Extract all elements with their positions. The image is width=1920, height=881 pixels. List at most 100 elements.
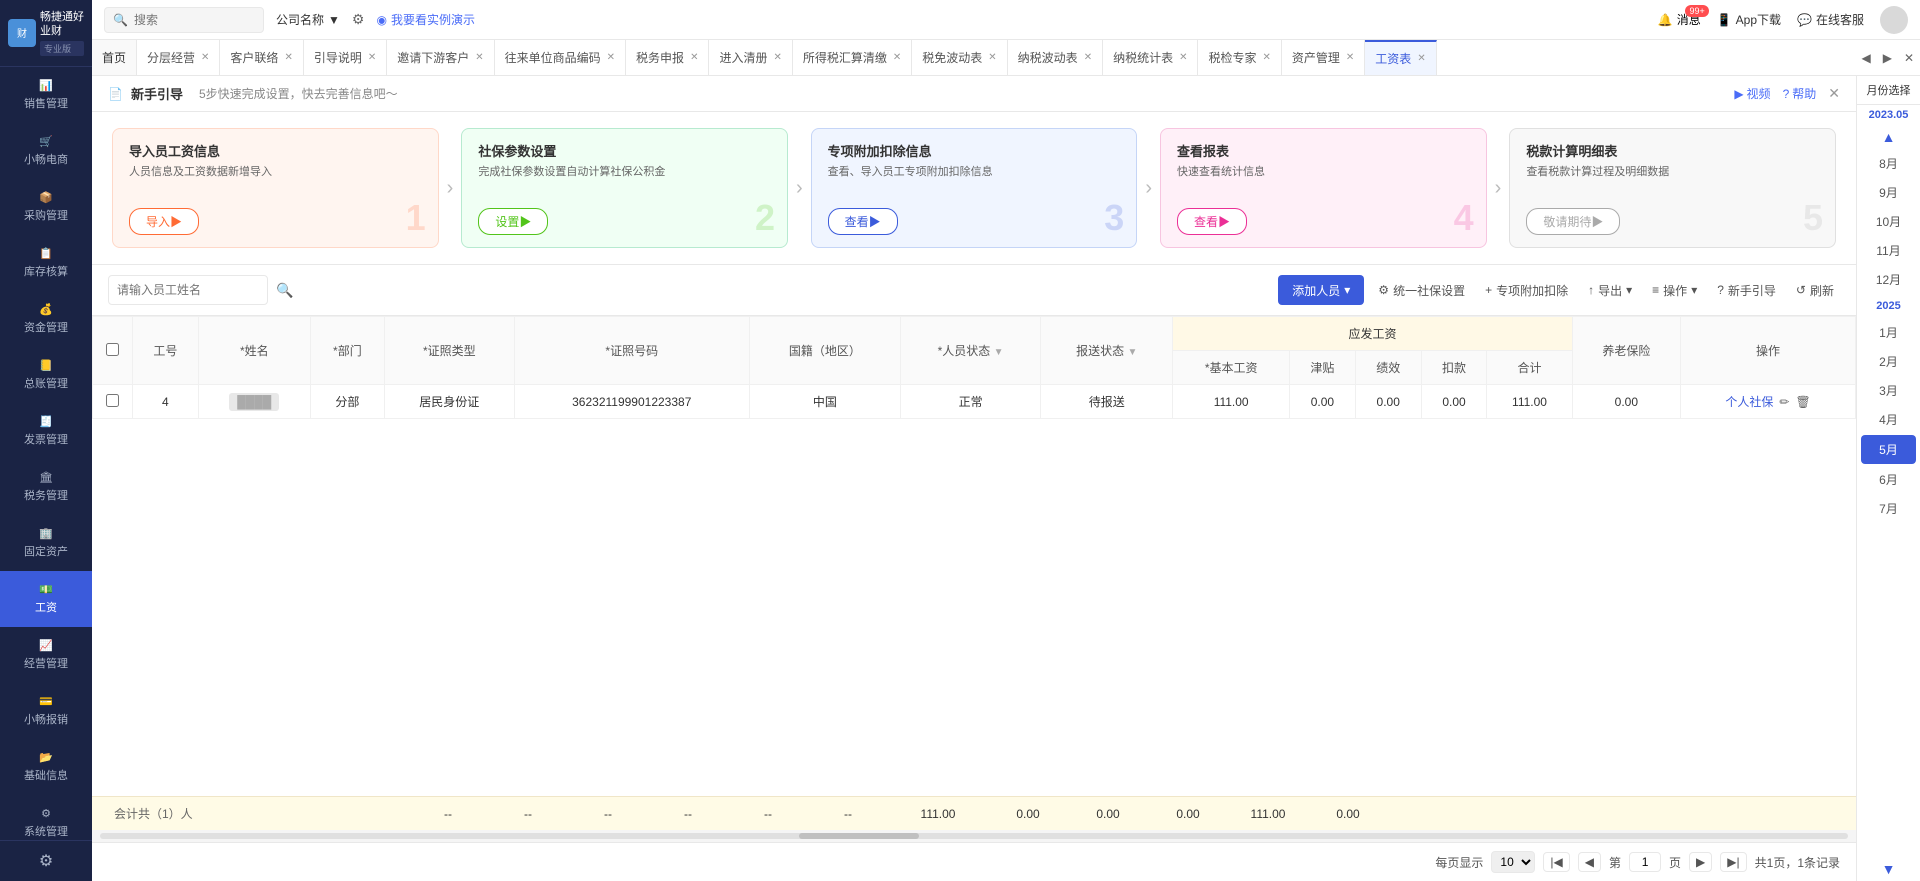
close-tab-tax-exempt[interactable]: ✕	[988, 52, 996, 63]
demo-button[interactable]: ◉ 我要看实例演示	[376, 11, 475, 28]
close-tab-tax-declare[interactable]: ✕	[690, 52, 698, 63]
tab-tax-declare[interactable]: 税务申报✕	[626, 40, 709, 76]
tab-tax-expert[interactable]: 税检专家✕	[1198, 40, 1281, 76]
close-tab-tax-expert[interactable]: ✕	[1263, 52, 1271, 63]
month-item-2[interactable]: 2月	[1857, 347, 1920, 376]
page-input[interactable]	[1629, 852, 1661, 872]
sidebar-item-finance[interactable]: 💰资金管理	[0, 291, 92, 347]
page-prev-button[interactable]: ◀	[1578, 852, 1601, 872]
service-button[interactable]: 💬 在线客服	[1797, 11, 1864, 28]
step-3-button[interactable]: 查看▶	[828, 208, 898, 235]
notice-button[interactable]: 🔔 99+ 消息	[1658, 11, 1701, 28]
tab-layered[interactable]: 分层经营✕	[137, 40, 220, 76]
month-item-9[interactable]: 9月	[1857, 178, 1920, 207]
employee-search-input[interactable]	[108, 275, 268, 305]
close-tab-tax-calc[interactable]: ✕	[893, 52, 901, 63]
month-item-12[interactable]: 12月	[1857, 265, 1920, 294]
close-tab-clearance[interactable]: ✕	[773, 52, 781, 63]
tab-clearance[interactable]: 进入清册✕	[709, 40, 792, 76]
tab-tax-stat[interactable]: 纳税波动表✕	[1008, 40, 1103, 76]
tab-tax-exempt[interactable]: 税免波动表✕	[912, 40, 1007, 76]
sidebar-item-fixed[interactable]: 🏢固定资产	[0, 515, 92, 571]
close-tab-invite[interactable]: ✕	[475, 52, 483, 63]
tab-assets[interactable]: 资产管理✕	[1282, 40, 1365, 76]
tab-guide[interactable]: 引导说明✕	[304, 40, 387, 76]
month-nav-up[interactable]: ▲	[1877, 125, 1901, 149]
close-tab-assets[interactable]: ✕	[1346, 52, 1354, 63]
tab-home[interactable]: 首页	[92, 40, 137, 76]
month-item-1[interactable]: 1月	[1857, 318, 1920, 347]
month-item-5[interactable]: 5月	[1861, 435, 1916, 464]
sidebar-item-ledger[interactable]: 📒总账管理	[0, 347, 92, 403]
step-1-button[interactable]: 导入▶	[129, 208, 199, 235]
tab-tax-table[interactable]: 纳税统计表✕	[1103, 40, 1198, 76]
close-tab-product-code[interactable]: ✕	[607, 52, 615, 63]
tab-salary[interactable]: 工资表✕	[1365, 40, 1436, 76]
sidebar-item-marketing[interactable]: 💳小畅报销	[0, 683, 92, 739]
guide-help-link[interactable]: ? 帮助	[1783, 85, 1817, 102]
export-button[interactable]: ↑ 导出 ▾	[1582, 282, 1638, 299]
sidebar-item-ecommerce[interactable]: 🛒小畅电商	[0, 123, 92, 179]
new-guide-button[interactable]: ? 新手引导	[1711, 282, 1782, 299]
month-item-11[interactable]: 11月	[1857, 236, 1920, 265]
sidebar-item-invoice[interactable]: 🧾发票管理	[0, 403, 92, 459]
header-search-input[interactable]	[134, 13, 254, 27]
tab-customer[interactable]: 客户联络✕	[220, 40, 303, 76]
close-tab-tax-table[interactable]: ✕	[1179, 52, 1187, 63]
unified-settings-button[interactable]: ⚙ 统一社保设置	[1372, 282, 1471, 299]
avatar[interactable]	[1880, 6, 1908, 34]
sidebar-item-tax[interactable]: 🏛税务管理	[0, 459, 92, 515]
header-gear-icon[interactable]: ⚙	[352, 11, 365, 28]
app-download-button[interactable]: 📱 App下载	[1717, 11, 1781, 28]
sidebar-item-inventory[interactable]: 📋库存核算	[0, 235, 92, 291]
step-4-button[interactable]: 查看▶	[1177, 208, 1247, 235]
close-tab-customer[interactable]: ✕	[284, 52, 292, 63]
month-item-7[interactable]: 7月	[1857, 494, 1920, 523]
sidebar-item-operations[interactable]: 📈经营管理	[0, 627, 92, 683]
step-5-button[interactable]: 敬请期待▶	[1526, 208, 1620, 235]
tab-close-all[interactable]: ✕	[1898, 51, 1920, 65]
sidebar-item-basic[interactable]: 📂基础信息	[0, 739, 92, 795]
tab-tax-calc[interactable]: 所得税汇算清缴✕	[793, 40, 912, 76]
tab-nav-right[interactable]: ▶	[1877, 51, 1898, 65]
month-item-8[interactable]: 8月	[1857, 149, 1920, 178]
month-nav-down[interactable]: ▼	[1877, 857, 1901, 881]
month-item-3[interactable]: 3月	[1857, 376, 1920, 405]
page-last-button[interactable]: ▶|	[1720, 852, 1746, 872]
settings-icon[interactable]: ⚙	[39, 851, 53, 871]
page-next-button[interactable]: ▶	[1689, 852, 1712, 872]
scroll-thumb[interactable]	[799, 833, 919, 839]
page-first-button[interactable]: |◀	[1543, 852, 1569, 872]
employee-search-button[interactable]: 🔍	[276, 282, 293, 299]
per-page-select[interactable]: 10	[1491, 851, 1535, 873]
op-edit-icon[interactable]: ✏	[1779, 395, 1789, 409]
tab-invite[interactable]: 邀请下游客户✕	[387, 40, 494, 76]
horizontal-scrollbar[interactable]	[92, 830, 1856, 842]
close-tab-salary[interactable]: ✕	[1417, 53, 1425, 64]
close-tab-guide[interactable]: ✕	[368, 52, 376, 63]
tab-nav-left[interactable]: ◀	[1855, 51, 1876, 65]
add-employee-button[interactable]: 添加人员 ▾	[1278, 275, 1364, 305]
select-all-checkbox[interactable]	[106, 343, 119, 356]
guide-video-link[interactable]: ▶ 视频	[1734, 85, 1770, 102]
operate-button[interactable]: ≡ 操作 ▾	[1646, 282, 1703, 299]
refresh-button[interactable]: ↺ 刷新	[1790, 282, 1840, 299]
step-2-button[interactable]: 设置▶	[478, 208, 548, 235]
row-checkbox[interactable]	[106, 394, 119, 407]
guide-close-button[interactable]: ✕	[1828, 85, 1840, 102]
header-search-box[interactable]: 🔍	[104, 7, 264, 33]
op-delete-icon[interactable]: 🗑	[1795, 395, 1810, 409]
close-tab-tax-stat[interactable]: ✕	[1084, 52, 1092, 63]
tab-product-code[interactable]: 往来单位商品编码✕	[495, 40, 626, 76]
month-item-10[interactable]: 10月	[1857, 207, 1920, 236]
month-item-6[interactable]: 6月	[1857, 465, 1920, 494]
sidebar-item-sales[interactable]: 📊销售管理	[0, 67, 92, 123]
sidebar-item-system[interactable]: ⚙系统管理	[0, 795, 92, 840]
sidebar-item-salary[interactable]: 💵工资	[0, 571, 92, 627]
op-personal-social[interactable]: 个人社保	[1725, 393, 1773, 410]
close-tab-layered[interactable]: ✕	[201, 52, 209, 63]
month-item-4[interactable]: 4月	[1857, 405, 1920, 434]
sidebar-item-purchase[interactable]: 📦采购管理	[0, 179, 92, 235]
company-dropdown[interactable]: 公司名称 ▼	[276, 11, 340, 28]
special-deduct-button[interactable]: + 专项附加扣除	[1479, 282, 1574, 299]
